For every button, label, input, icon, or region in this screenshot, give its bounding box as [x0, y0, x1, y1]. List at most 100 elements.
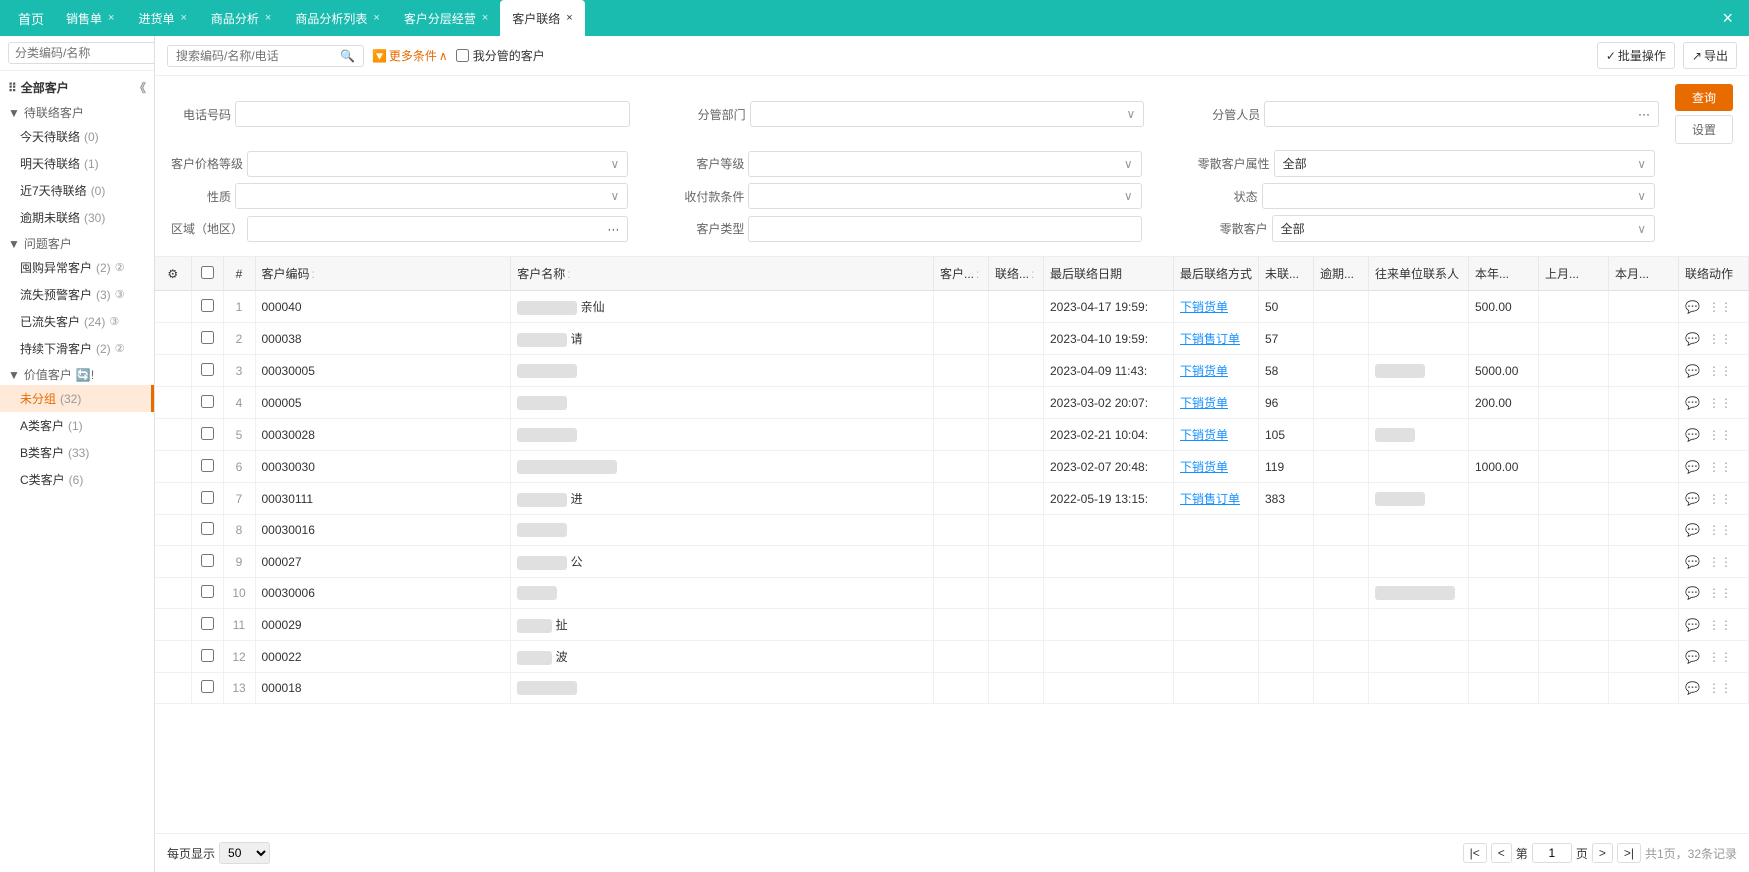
row-checkbox[interactable] — [191, 515, 223, 546]
row-select-checkbox[interactable] — [201, 680, 214, 693]
contact-action-icon[interactable]: 💬 — [1685, 555, 1700, 569]
checkbox-col-header[interactable] — [191, 257, 223, 291]
nav-tab-customer-contact[interactable]: 客户联络 × — [500, 0, 584, 36]
cust-type-input[interactable] — [748, 216, 1141, 242]
sidebar-item-class-b[interactable]: B类客户 (33) — [0, 439, 154, 466]
more-action-icon[interactable]: ⋮⋮ — [1708, 332, 1732, 346]
next-page-button[interactable]: > — [1592, 843, 1613, 863]
nav-tab-sales[interactable]: 销售单 × — [54, 0, 126, 36]
row-select-checkbox[interactable] — [201, 554, 214, 567]
overdue-col-header[interactable]: 逾期... — [1314, 257, 1369, 291]
contact-action-icon[interactable]: 💬 — [1685, 681, 1700, 695]
row-select-checkbox[interactable] — [201, 585, 214, 598]
phone-input[interactable] — [235, 101, 630, 127]
customer-level-input[interactable]: ∨ — [748, 151, 1141, 177]
row-checkbox[interactable] — [191, 451, 223, 483]
first-page-button[interactable]: |< — [1463, 843, 1487, 863]
more-action-icon[interactable]: ⋮⋮ — [1708, 300, 1732, 314]
row-checkbox[interactable] — [191, 578, 223, 609]
last-method-link[interactable]: 下销货单 — [1180, 396, 1228, 410]
close-icon[interactable]: × — [566, 12, 572, 24]
sidebar-item-churned[interactable]: 已流失客户 (24) ③ — [0, 308, 154, 335]
row-checkbox[interactable] — [191, 323, 223, 355]
row-checkbox[interactable] — [191, 355, 223, 387]
row-select-checkbox[interactable] — [201, 522, 214, 535]
last-method-link[interactable]: 下销货单 — [1180, 428, 1228, 442]
more-action-icon[interactable]: ⋮⋮ — [1708, 492, 1732, 506]
page-number-input[interactable] — [1532, 843, 1572, 863]
more-action-icon[interactable]: ⋮⋮ — [1708, 555, 1732, 569]
more-action-icon[interactable]: ⋮⋮ — [1708, 364, 1732, 378]
contact-action-icon[interactable]: 💬 — [1685, 332, 1700, 346]
all-customers-header[interactable]: ⠿ 全部客户 《 — [0, 71, 154, 100]
dept-input[interactable]: ∨ — [750, 101, 1145, 127]
my-customers-checkbox-container[interactable]: 我分管的客户 — [456, 47, 545, 64]
last-method-link[interactable]: 下销售订单 — [1180, 492, 1240, 506]
contact-action-icon[interactable]: 💬 — [1685, 300, 1700, 314]
search-input[interactable] — [176, 49, 336, 63]
more-action-icon[interactable]: ⋮⋮ — [1708, 396, 1732, 410]
retail-attr-input[interactable]: 全部∨ — [1274, 150, 1655, 177]
row-select-checkbox[interactable] — [201, 617, 214, 630]
nav-tab-purchase[interactable]: 进货单 × — [126, 0, 198, 36]
row-checkbox[interactable] — [191, 291, 223, 323]
row-select-checkbox[interactable] — [201, 427, 214, 440]
value-customers-group[interactable]: ▼ 价值客户 🔄 ! — [0, 362, 154, 385]
more-action-icon[interactable]: ⋮⋮ — [1708, 650, 1732, 664]
more-action-icon[interactable]: ⋮⋮ — [1708, 586, 1732, 600]
status-input[interactable]: ∨ — [1262, 183, 1655, 209]
row-checkbox[interactable] — [191, 546, 223, 578]
row-select-checkbox[interactable] — [201, 299, 214, 312]
refresh-icon[interactable]: 🔄 — [76, 368, 91, 382]
row-select-checkbox[interactable] — [201, 491, 214, 504]
price-level-input[interactable]: ∨ — [247, 151, 628, 177]
row-checkbox[interactable] — [191, 641, 223, 673]
contact-action-icon[interactable]: 💬 — [1685, 492, 1700, 506]
region-input[interactable]: ··· — [247, 216, 628, 242]
close-icon[interactable]: × — [108, 12, 114, 24]
row-select-checkbox[interactable] — [201, 459, 214, 472]
last-method-link[interactable]: 下销货单 — [1180, 300, 1228, 314]
last-page-button[interactable]: >| — [1617, 843, 1641, 863]
sidebar-item-today-pending[interactable]: 今天待联络 (0) — [0, 123, 154, 150]
close-icon[interactable]: × — [373, 12, 379, 24]
sidebar-item-hoard-abnormal[interactable]: 囤购异常客户 (2) ② — [0, 254, 154, 281]
settings-col-header[interactable]: ⚙ — [155, 257, 191, 291]
contact-action-icon[interactable]: 💬 — [1685, 618, 1700, 632]
nature-input[interactable]: ∨ — [235, 183, 628, 209]
contact-action-icon[interactable]: 💬 — [1685, 364, 1700, 378]
row-checkbox[interactable] — [191, 483, 223, 515]
last-method-link[interactable]: 下销售订单 — [1180, 332, 1240, 346]
contact-action-icon[interactable]: 💬 — [1685, 396, 1700, 410]
reset-button[interactable]: 设置 — [1675, 115, 1733, 144]
my-customers-checkbox[interactable] — [456, 49, 469, 62]
contact-col-header[interactable]: 联络...: — [988, 257, 1043, 291]
sidebar-item-tomorrow-pending[interactable]: 明天待联络 (1) — [0, 150, 154, 177]
sidebar-item-overdue-pending[interactable]: 逾期未联络 (30) — [0, 204, 154, 231]
payment-input[interactable]: ∨ — [748, 183, 1141, 209]
last-method-col-header[interactable]: 最后联络方式 — [1173, 257, 1258, 291]
no-contact-col-header[interactable]: 未联... — [1259, 257, 1314, 291]
more-action-icon[interactable]: ⋮⋮ — [1708, 681, 1732, 695]
row-checkbox[interactable] — [191, 387, 223, 419]
row-select-checkbox[interactable] — [201, 649, 214, 662]
sidebar-item-7days-pending[interactable]: 近7天待联络 (0) — [0, 177, 154, 204]
sidebar-item-churn-warning[interactable]: 流失预警客户 (3) ③ — [0, 281, 154, 308]
more-action-icon[interactable]: ⋮⋮ — [1708, 618, 1732, 632]
row-checkbox[interactable] — [191, 609, 223, 641]
close-icon[interactable]: × — [265, 12, 271, 24]
sidebar-item-declining[interactable]: 持续下滑客户 (2) ② — [0, 335, 154, 362]
nav-tab-product-list[interactable]: 商品分析列表 × — [283, 0, 391, 36]
contact-action-icon[interactable]: 💬 — [1685, 650, 1700, 664]
cust-detail-col-header[interactable]: 客户...: — [933, 257, 988, 291]
search-icon[interactable]: 🔍 — [340, 49, 355, 63]
row-checkbox[interactable] — [191, 673, 223, 704]
close-icon[interactable]: × — [482, 12, 488, 24]
prev-page-button[interactable]: < — [1491, 843, 1512, 863]
query-button[interactable]: 查询 — [1675, 84, 1733, 111]
contact-action-icon[interactable]: 💬 — [1685, 586, 1700, 600]
more-action-icon[interactable]: ⋮⋮ — [1708, 460, 1732, 474]
row-select-checkbox[interactable] — [201, 331, 214, 344]
contact-action-icon[interactable]: 💬 — [1685, 428, 1700, 442]
more-action-icon[interactable]: ⋮⋮ — [1708, 523, 1732, 537]
